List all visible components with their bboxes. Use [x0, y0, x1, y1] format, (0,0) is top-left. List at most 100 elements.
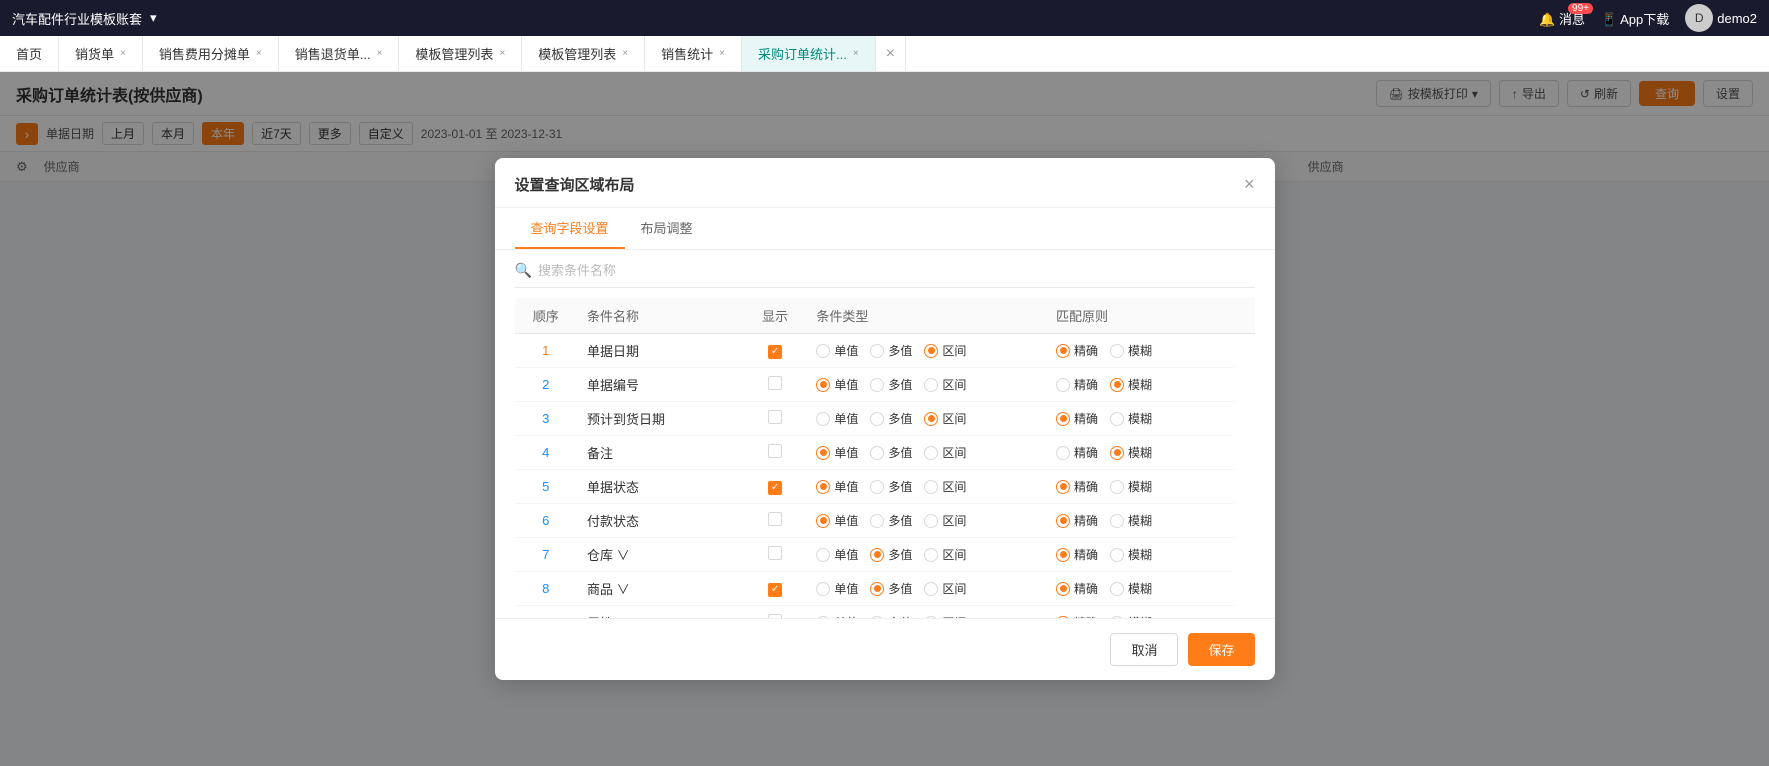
tab-sales-expense[interactable]: 销售费用分摊单 × [143, 36, 279, 72]
radio-match-item[interactable]: 模糊 [1110, 376, 1152, 393]
display-checkbox[interactable] [768, 512, 782, 526]
radio-type-item[interactable]: 区间 [924, 376, 966, 393]
radio-match-item[interactable]: 模糊 [1110, 478, 1152, 495]
dialog-close-btn[interactable]: × [1244, 174, 1255, 195]
radio-outer [870, 514, 884, 528]
radio-type-item[interactable]: 多值 [870, 376, 912, 393]
radio-type-item[interactable]: 区间 [924, 512, 966, 529]
display-checkbox[interactable] [768, 345, 782, 359]
radio-type-item[interactable]: 多值 [870, 410, 912, 427]
conditions-table: 顺序 条件名称 显示 条件类型 匹配原则 1单据日期单值多值区间精确模糊2单据编… [515, 298, 1255, 618]
display-checkbox[interactable] [768, 583, 782, 597]
notification-btn[interactable]: 🔔 消息 99+ [1539, 9, 1585, 28]
radio-type-item[interactable]: 单值 [816, 376, 858, 393]
cell-display[interactable] [744, 436, 807, 470]
radio-type-item[interactable]: 单值 [816, 580, 858, 597]
display-checkbox[interactable] [768, 481, 782, 495]
tab-sales-return[interactable]: 销售退货单... × [279, 36, 400, 72]
radio-type-item[interactable]: 区间 [924, 580, 966, 597]
radio-type-item[interactable]: 区间 [924, 444, 966, 461]
radio-type-item[interactable]: 区间 [924, 478, 966, 495]
radio-match-item[interactable]: 模糊 [1110, 410, 1152, 427]
radio-type-item[interactable]: 多值 [870, 444, 912, 461]
display-checkbox[interactable] [768, 444, 782, 458]
tab-sales-stat[interactable]: 销售统计 × [645, 36, 742, 72]
cell-display[interactable] [744, 368, 807, 402]
cell-display[interactable] [744, 402, 807, 436]
cancel-button[interactable]: 取消 [1110, 633, 1178, 666]
save-button[interactable]: 保存 [1188, 633, 1254, 666]
cell-display[interactable] [744, 470, 807, 504]
cell-display[interactable] [744, 538, 807, 572]
tab-layout-adjust[interactable]: 布局调整 [625, 208, 709, 249]
radio-type-item[interactable]: 多值 [870, 580, 912, 597]
cell-order: 6 [515, 504, 578, 538]
tab-template2[interactable]: 模板管理列表 × [522, 36, 645, 72]
cell-display[interactable] [744, 334, 807, 368]
radio-match-item[interactable]: 精确 [1056, 546, 1098, 563]
radio-type-item[interactable]: 单值 [816, 546, 858, 563]
th-condition: 条件名称 [577, 298, 744, 334]
display-checkbox[interactable] [768, 376, 782, 390]
radio-type-item[interactable]: 单值 [816, 512, 858, 529]
table-row: 2单据编号单值多值区间精确模糊 [515, 368, 1255, 402]
radio-match-item[interactable]: 模糊 [1110, 444, 1152, 461]
radio-type-item[interactable]: 单值 [816, 410, 858, 427]
radio-match-item[interactable]: 精确 [1056, 410, 1098, 427]
tab-sales-order[interactable]: 销货单 × [59, 36, 143, 72]
radio-type-item[interactable]: 多值 [870, 342, 912, 359]
tab-home[interactable]: 首页 [0, 36, 59, 72]
radio-type-item[interactable]: 多值 [870, 478, 912, 495]
cell-match: 精确模糊 [1046, 504, 1234, 538]
radio-label: 多值 [888, 580, 912, 597]
radio-match-item[interactable]: 模糊 [1110, 342, 1152, 359]
radio-type-item[interactable]: 区间 [924, 342, 966, 359]
top-nav-left: 汽车配件行业模板账套 ▾ [12, 9, 157, 28]
radio-match-item[interactable]: 模糊 [1110, 546, 1152, 563]
radio-match-item[interactable]: 精确 [1056, 342, 1098, 359]
radio-match-item[interactable]: 精确 [1056, 512, 1098, 529]
notification-label: 消息 [1559, 12, 1585, 27]
tab-sales-expense-close[interactable]: × [256, 48, 262, 59]
condition-search-input[interactable] [538, 263, 738, 278]
radio-type-item[interactable]: 单值 [816, 342, 858, 359]
display-checkbox[interactable] [768, 546, 782, 560]
tab-close-all[interactable]: × [876, 36, 906, 72]
tab-purchase-order-close[interactable]: × [853, 48, 859, 59]
user-avatar[interactable]: D demo2 [1685, 4, 1757, 32]
cell-display[interactable] [744, 572, 807, 606]
radio-type-item[interactable]: 多值 [870, 546, 912, 563]
radio-match-item[interactable]: 精确 [1056, 580, 1098, 597]
tab-purchase-order[interactable]: 采购订单统计... × [742, 36, 876, 72]
radio-type-item[interactable]: 单值 [816, 444, 858, 461]
radio-match-item[interactable]: 模糊 [1110, 512, 1152, 529]
cell-match: 精确模糊 [1046, 436, 1234, 470]
cell-display[interactable] [744, 606, 807, 619]
cell-condition: 单据编号 [577, 368, 744, 402]
display-checkbox[interactable] [768, 410, 782, 424]
radio-label: 区间 [942, 478, 966, 495]
tab-sales-order-close[interactable]: × [120, 48, 126, 59]
th-scroll [1234, 298, 1255, 334]
radio-match-item[interactable]: 精确 [1056, 444, 1098, 461]
radio-type-item[interactable]: 区间 [924, 546, 966, 563]
tab-template1[interactable]: 模板管理列表 × [399, 36, 522, 72]
tab-template2-close[interactable]: × [622, 48, 628, 59]
cell-display[interactable] [744, 504, 807, 538]
app-download-btn[interactable]: 📱 App下载 [1601, 9, 1669, 28]
radio-match-item[interactable]: 精确 [1056, 376, 1098, 393]
radio-match-item[interactable]: 精确 [1056, 478, 1098, 495]
tab-sales-return-close[interactable]: × [377, 48, 383, 59]
radio-label: 精确 [1074, 444, 1098, 461]
tab-query-fields[interactable]: 查询字段设置 [515, 208, 625, 249]
radio-type-item[interactable]: 单值 [816, 478, 858, 495]
radio-match-item[interactable]: 模糊 [1110, 580, 1152, 597]
tab-template1-close[interactable]: × [499, 48, 505, 59]
radio-type-item[interactable]: 区间 [924, 410, 966, 427]
table-row: 1单据日期单值多值区间精确模糊 [515, 334, 1255, 368]
cell-type: 单值多值区间 [806, 606, 1046, 619]
tab-sales-stat-close[interactable]: × [719, 48, 725, 59]
download-icon: 📱 [1601, 12, 1617, 27]
radio-type-item[interactable]: 多值 [870, 512, 912, 529]
radio-outer [1110, 344, 1124, 358]
